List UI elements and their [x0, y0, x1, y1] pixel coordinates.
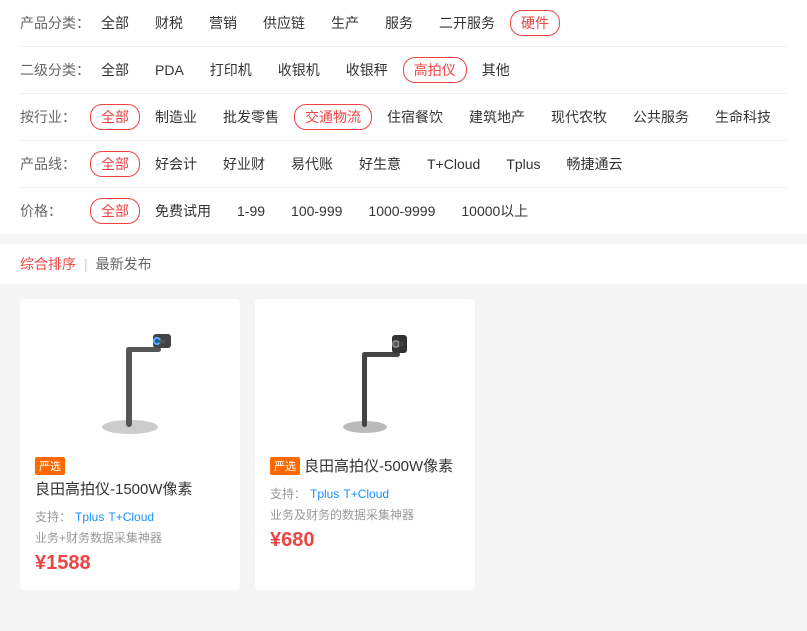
- cat2-all[interactable]: 全部: [90, 57, 140, 83]
- price-all[interactable]: 全部: [90, 198, 140, 224]
- cat1-fuwu[interactable]: 服务: [374, 10, 424, 36]
- cat1-yingjian[interactable]: 硬件: [510, 10, 560, 36]
- industry-transport[interactable]: 交通物流: [294, 104, 372, 130]
- pl-changjie[interactable]: 畅捷通云: [556, 151, 634, 177]
- support-row-2: 支持： Tplus T+Cloud: [270, 485, 460, 502]
- support-tplus-1: Tplus: [75, 510, 104, 524]
- pl-haoyecai[interactable]: 好业财: [212, 151, 276, 177]
- cat1-erkai[interactable]: 二开服务: [428, 10, 506, 36]
- price-label: 价格：: [20, 201, 90, 221]
- pl-yidaizhang[interactable]: 易代账: [280, 151, 344, 177]
- category1-row: 产品分类： 全部 财税 营销 供应链 生产 服务 二开服务 硬件: [20, 0, 787, 47]
- price-100-999[interactable]: 100-999: [280, 200, 353, 222]
- price-10000plus[interactable]: 10000以上: [450, 198, 539, 224]
- industry-catering[interactable]: 住宿餐饮: [376, 104, 454, 130]
- product-price-1: ¥1588: [35, 552, 225, 575]
- industry-items: 全部 制造业 批发零售 交通物流 住宿餐饮 建筑地产 现代农牧 公共服务 生命科…: [90, 104, 782, 130]
- industry-manufacturing[interactable]: 制造业: [144, 104, 208, 130]
- support-tcloud-2: T+Cloud: [343, 487, 389, 501]
- pl-all[interactable]: 全部: [90, 151, 140, 177]
- filter-panel: 产品分类： 全部 财税 营销 供应链 生产 服务 二开服务 硬件 二级分类： 全…: [0, 0, 807, 234]
- product-card-1[interactable]: 严选 良田高拍仪-1500W像素 支持： Tplus T+Cloud 业务+财务…: [20, 299, 240, 590]
- productline-label: 产品线：: [20, 154, 90, 174]
- category2-items: 全部 PDA 打印机 收银机 收银秤 高拍仪 其他: [90, 57, 521, 83]
- industry-biotech[interactable]: 生命科技: [704, 104, 782, 130]
- sort-comprehensive[interactable]: 综合排序: [20, 254, 76, 274]
- product-card-2[interactable]: 严选 良田高拍仪-500W像素 支持： Tplus T+Cloud 业务及财务的…: [255, 299, 475, 590]
- sort-latest[interactable]: 最新发布: [96, 254, 152, 274]
- product-grid: 严选 良田高拍仪-1500W像素 支持： Tplus T+Cloud 业务+财务…: [0, 284, 807, 605]
- support-row-1: 支持： Tplus T+Cloud: [35, 508, 225, 525]
- cat2-other[interactable]: 其他: [471, 57, 521, 83]
- cat2-printer[interactable]: 打印机: [199, 57, 263, 83]
- product-price-2: ¥680: [270, 529, 460, 552]
- cat1-shengchan[interactable]: 生产: [320, 10, 370, 36]
- industry-wholesale[interactable]: 批发零售: [212, 104, 290, 130]
- category1-items: 全部 财税 营销 供应链 生产 服务 二开服务 硬件: [90, 10, 560, 36]
- support-label-2: 支持：: [270, 485, 306, 502]
- product-name-1: 良田高拍仪-1500W像素: [35, 479, 193, 500]
- price-row: 价格： 全部 免费试用 1-99 100-999 1000-9999 10000…: [20, 188, 787, 234]
- price-1-99[interactable]: 1-99: [226, 200, 276, 222]
- cat2-scanner[interactable]: 高拍仪: [403, 57, 467, 83]
- pl-haoshengyi[interactable]: 好生意: [348, 151, 412, 177]
- price-items: 全部 免费试用 1-99 100-999 1000-9999 10000以上: [90, 198, 539, 224]
- cat2-cash-register[interactable]: 收银机: [267, 57, 331, 83]
- product-badge-1: 严选: [35, 457, 65, 475]
- category2-label: 二级分类：: [20, 60, 90, 80]
- cat2-pda[interactable]: PDA: [144, 59, 195, 81]
- category2-row: 二级分类： 全部 PDA 打印机 收银机 收银秤 高拍仪 其他: [20, 47, 787, 94]
- productline-row: 产品线： 全部 好会计 好业财 易代账 好生意 T+Cloud Tplus 畅捷…: [20, 141, 787, 188]
- cat1-all[interactable]: 全部: [90, 10, 140, 36]
- cat1-gongyinglian[interactable]: 供应链: [252, 10, 316, 36]
- industry-public[interactable]: 公共服务: [622, 104, 700, 130]
- scanner-svg-1: [85, 319, 175, 439]
- price-free[interactable]: 免费试用: [144, 198, 222, 224]
- product-title-row-2: 严选 良田高拍仪-500W像素: [270, 456, 460, 477]
- product-desc-2: 业务及财务的数据采集神器: [270, 506, 460, 523]
- product-name-2: 良田高拍仪-500W像素: [304, 456, 453, 477]
- product-image-2: [270, 314, 460, 444]
- category1-label: 产品分类：: [20, 13, 90, 33]
- industry-agriculture[interactable]: 现代农牧: [540, 104, 618, 130]
- price-1000-9999[interactable]: 1000-9999: [357, 200, 446, 222]
- sort-bar: 综合排序 | 最新发布: [0, 244, 807, 284]
- product-title-row-1: 严选 良田高拍仪-1500W像素: [35, 456, 225, 500]
- product-badge-2: 严选: [270, 457, 300, 475]
- cat1-yingxiao[interactable]: 营销: [198, 10, 248, 36]
- pl-tplus[interactable]: Tplus: [495, 153, 551, 175]
- pl-tcloud[interactable]: T+Cloud: [416, 153, 491, 175]
- industry-all[interactable]: 全部: [90, 104, 140, 130]
- pl-haokuaiji[interactable]: 好会计: [144, 151, 208, 177]
- product-desc-1: 业务+财务数据采集神器: [35, 529, 225, 546]
- support-tcloud-1: T+Cloud: [108, 510, 154, 524]
- industry-construction[interactable]: 建筑地产: [458, 104, 536, 130]
- product-image-1: [35, 314, 225, 444]
- cat2-scale[interactable]: 收银秤: [335, 57, 399, 83]
- industry-label: 按行业：: [20, 107, 90, 127]
- industry-row: 按行业： 全部 制造业 批发零售 交通物流 住宿餐饮 建筑地产 现代农牧 公共服…: [20, 94, 787, 141]
- scanner-svg-2: [320, 319, 410, 439]
- support-label-1: 支持：: [35, 508, 71, 525]
- support-tplus-2: Tplus: [310, 487, 339, 501]
- productline-items: 全部 好会计 好业财 易代账 好生意 T+Cloud Tplus 畅捷通云: [90, 151, 634, 177]
- sort-divider: |: [84, 256, 88, 272]
- cat1-caishui[interactable]: 财税: [144, 10, 194, 36]
